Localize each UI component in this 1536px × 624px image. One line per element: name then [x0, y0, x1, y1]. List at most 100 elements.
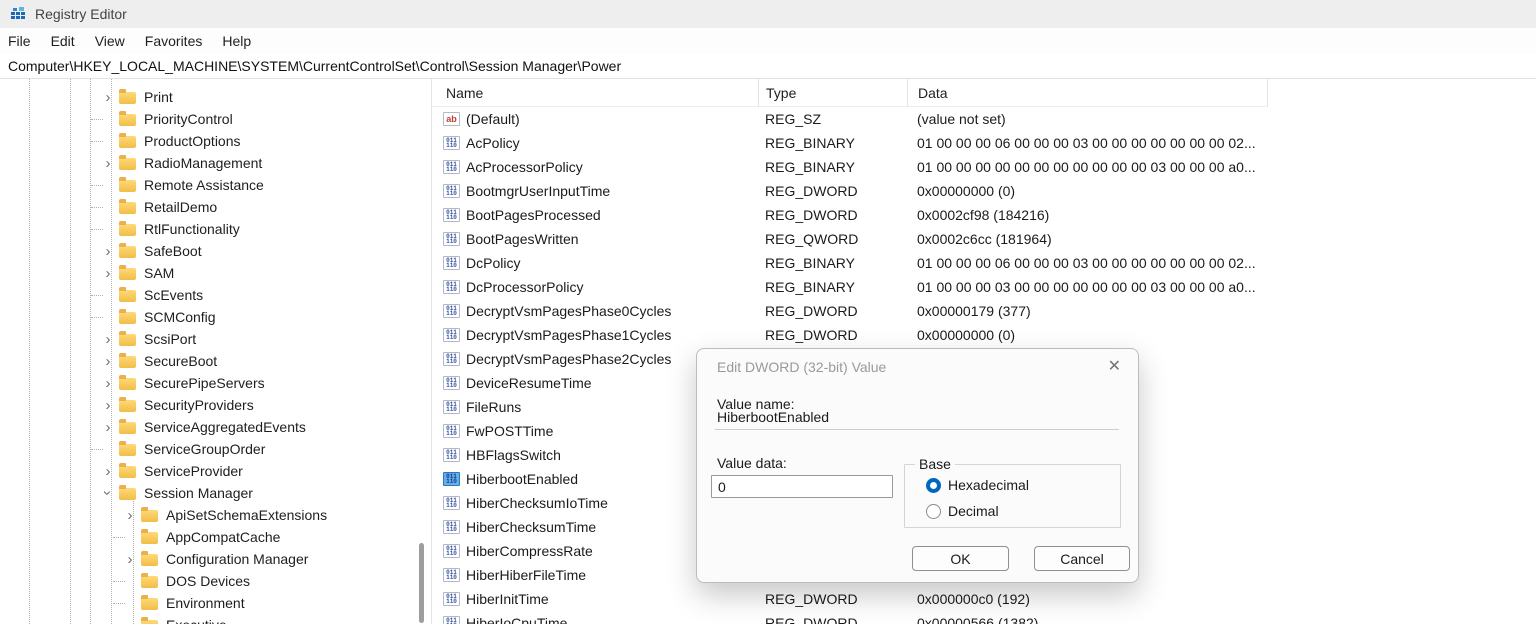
- value-name-cell: AcProcessorPolicy: [432, 159, 758, 175]
- tree-item-remote-assistance[interactable]: Remote Assistance: [0, 174, 431, 196]
- value-row-hiberinittime[interactable]: HiberInitTime REG_DWORD 0x000000c0 (192): [432, 587, 1536, 611]
- value-data-input[interactable]: [711, 475, 893, 498]
- tree-item-retaildemo[interactable]: RetailDemo: [0, 196, 431, 218]
- tree-item-rtlfunctionality[interactable]: RtlFunctionality: [0, 218, 431, 240]
- tree-item-apisetschemaextensions[interactable]: › ApiSetSchemaExtensions: [0, 504, 431, 526]
- tree-expander-placeholder: [91, 287, 115, 303]
- tree-item-scmconfig[interactable]: SCMConfig: [0, 306, 431, 328]
- folder-icon: [119, 441, 136, 456]
- radio-hexadecimal[interactable]: Hexadecimal: [926, 477, 1029, 493]
- tree-item-label: RadioManagement: [144, 155, 263, 171]
- menu-view[interactable]: View: [85, 33, 135, 49]
- tree-item-appcompatcache[interactable]: AppCompatCache: [0, 526, 431, 548]
- tree-item-label: ApiSetSchemaExtensions: [166, 507, 328, 523]
- value-row-dcprocessorpolicy[interactable]: DcProcessorPolicy REG_BINARY 01 00 00 00 0…: [432, 275, 1536, 299]
- tree-item-productoptions[interactable]: ProductOptions: [0, 130, 431, 152]
- chevron-right-icon[interactable]: ›: [123, 507, 137, 523]
- value-row-acprocessorpolicy[interactable]: AcProcessorPolicy REG_BINARY 01 00 00 00 0…: [432, 155, 1536, 179]
- column-header-data[interactable]: Data: [907, 79, 1268, 106]
- menu-help[interactable]: Help: [212, 33, 261, 49]
- chevron-right-icon[interactable]: ›: [101, 331, 115, 347]
- tree-expander-placeholder: [91, 133, 115, 149]
- tree-item-label: Remote Assistance: [144, 177, 264, 193]
- menu-file[interactable]: File: [8, 33, 41, 49]
- tree-item-securepipeservers[interactable]: › SecurePipeServers: [0, 372, 431, 394]
- tree-item-serviceaggregatedevents[interactable]: › ServiceAggregatedEvents: [0, 416, 431, 438]
- tree-item-safeboot[interactable]: › SafeBoot: [0, 240, 431, 262]
- address-bar[interactable]: Computer\HKEY_LOCAL_MACHINE\SYSTEM\Curre…: [0, 54, 1536, 79]
- value-name-cell: DecryptVsmPagesPhase0Cycles: [432, 303, 758, 319]
- binary-value-icon: [443, 232, 460, 246]
- tree-item-scsiport[interactable]: › ScsiPort: [0, 328, 431, 350]
- chevron-right-icon[interactable]: ›: [101, 419, 115, 435]
- value-row-decryptvsmpagesphase0cycles[interactable]: DecryptVsmPagesPhase0Cycles REG_DWORD 0x00…: [432, 299, 1536, 323]
- tree-item-label: ScsiPort: [144, 331, 197, 347]
- tree-item-secureboot[interactable]: › SecureBoot: [0, 350, 431, 372]
- tree-item-print[interactable]: › Print: [0, 86, 431, 108]
- chevron-right-icon[interactable]: ›: [101, 155, 115, 171]
- radio-selected-icon[interactable]: [926, 477, 941, 493]
- value-name-text: HiberIoCpuTime: [466, 615, 568, 624]
- tree-expander-placeholder: [91, 177, 115, 193]
- binary-value-icon: [443, 520, 460, 534]
- chevron-right-icon[interactable]: ›: [101, 89, 115, 105]
- registry-path[interactable]: Computer\HKEY_LOCAL_MACHINE\SYSTEM\Curre…: [8, 58, 621, 74]
- chevron-right-icon[interactable]: ›: [101, 375, 115, 391]
- binary-value-icon: [443, 136, 460, 150]
- column-header-name[interactable]: Name: [432, 79, 758, 106]
- chevron-down-icon[interactable]: ›: [100, 486, 117, 500]
- radio-decimal[interactable]: Decimal: [926, 503, 999, 519]
- chevron-right-icon[interactable]: ›: [101, 397, 115, 413]
- cancel-button[interactable]: Cancel: [1034, 546, 1130, 571]
- menu-edit[interactable]: Edit: [41, 33, 85, 49]
- tree-branch-stub: [113, 536, 125, 538]
- tree-item-configuration-manager[interactable]: › Configuration Manager: [0, 548, 431, 570]
- chevron-right-icon[interactable]: ›: [101, 463, 115, 479]
- tree-item-label: RtlFunctionality: [144, 221, 240, 237]
- tree-item-prioritycontrol[interactable]: PriorityControl: [0, 108, 431, 130]
- chevron-right-icon[interactable]: ›: [101, 265, 115, 281]
- ok-button[interactable]: OK: [912, 546, 1009, 571]
- radio-unselected-icon[interactable]: [926, 503, 941, 519]
- value-name-text: HiberChecksumIoTime: [466, 495, 608, 511]
- tree-item-securityproviders[interactable]: › SecurityProviders: [0, 394, 431, 416]
- value-data-cell: 01 00 00 00 06 00 00 00 03 00 00 00 00 0…: [917, 255, 1256, 271]
- value-name-cell: HiberInitTime: [432, 591, 758, 607]
- tree-item-environment[interactable]: Environment: [0, 592, 431, 614]
- tree-item-serviceprovider[interactable]: › ServiceProvider: [0, 460, 431, 482]
- value-row-acpolicy[interactable]: AcPolicy REG_BINARY 01 00 00 00 06 00 00 0…: [432, 131, 1536, 155]
- tree-item-label: ServiceGroupOrder: [144, 441, 266, 457]
- value-name-cell: DecryptVsmPagesPhase1Cycles: [432, 327, 758, 343]
- value-row-bootpageswritten[interactable]: BootPagesWritten REG_QWORD 0x0002c6cc (181…: [432, 227, 1536, 251]
- value-name-text: BootPagesProcessed: [466, 207, 601, 223]
- column-header-type[interactable]: Type: [758, 79, 907, 106]
- value-row-bootpagesprocessed[interactable]: BootPagesProcessed REG_DWORD 0x0002cf98 (1…: [432, 203, 1536, 227]
- tree-item-servicegrouporder[interactable]: ServiceGroupOrder: [0, 438, 431, 460]
- value-row-dcpolicy[interactable]: DcPolicy REG_BINARY 01 00 00 00 06 00 00 0…: [432, 251, 1536, 275]
- binary-value-icon: [443, 424, 460, 438]
- value-row-decryptvsmpagesphase1cycles[interactable]: DecryptVsmPagesPhase1Cycles REG_DWORD 0x00…: [432, 323, 1536, 347]
- tree-item-dos-devices[interactable]: DOS Devices: [0, 570, 431, 592]
- tree-branch-stub: [91, 206, 103, 208]
- tree-expander-placeholder: [91, 111, 115, 127]
- value-row-bootmgruserinputtime[interactable]: BootmgrUserInputTime REG_DWORD 0x00000000 …: [432, 179, 1536, 203]
- value-type-cell: REG_DWORD: [765, 615, 858, 624]
- value-row--default-[interactable]: (Default) REG_SZ (value not set): [432, 107, 1536, 131]
- binary-value-icon: [443, 280, 460, 294]
- tree-expander-placeholder: [113, 595, 137, 611]
- tree-item-session-manager[interactable]: › Session Manager: [0, 482, 431, 504]
- tree-item-scevents[interactable]: ScEvents: [0, 284, 431, 306]
- tree-scrollbar[interactable]: [419, 543, 424, 623]
- folder-icon: [141, 573, 158, 588]
- tree-item-executive[interactable]: Executive: [0, 614, 431, 624]
- tree-item-radiomanagement[interactable]: › RadioManagement: [0, 152, 431, 174]
- chevron-right-icon[interactable]: ›: [101, 243, 115, 259]
- tree-item-sam[interactable]: › SAM: [0, 262, 431, 284]
- chevron-right-icon[interactable]: ›: [123, 551, 137, 567]
- value-name-cell: (Default): [432, 111, 758, 127]
- tree-item-label: SCMConfig: [144, 309, 216, 325]
- chevron-right-icon[interactable]: ›: [101, 353, 115, 369]
- close-icon[interactable]: ✕: [1108, 356, 1121, 376]
- menu-favorites[interactable]: Favorites: [135, 33, 213, 49]
- value-row-hiberiocputime[interactable]: HiberIoCpuTime REG_DWORD 0x00000566 (1382): [432, 611, 1536, 624]
